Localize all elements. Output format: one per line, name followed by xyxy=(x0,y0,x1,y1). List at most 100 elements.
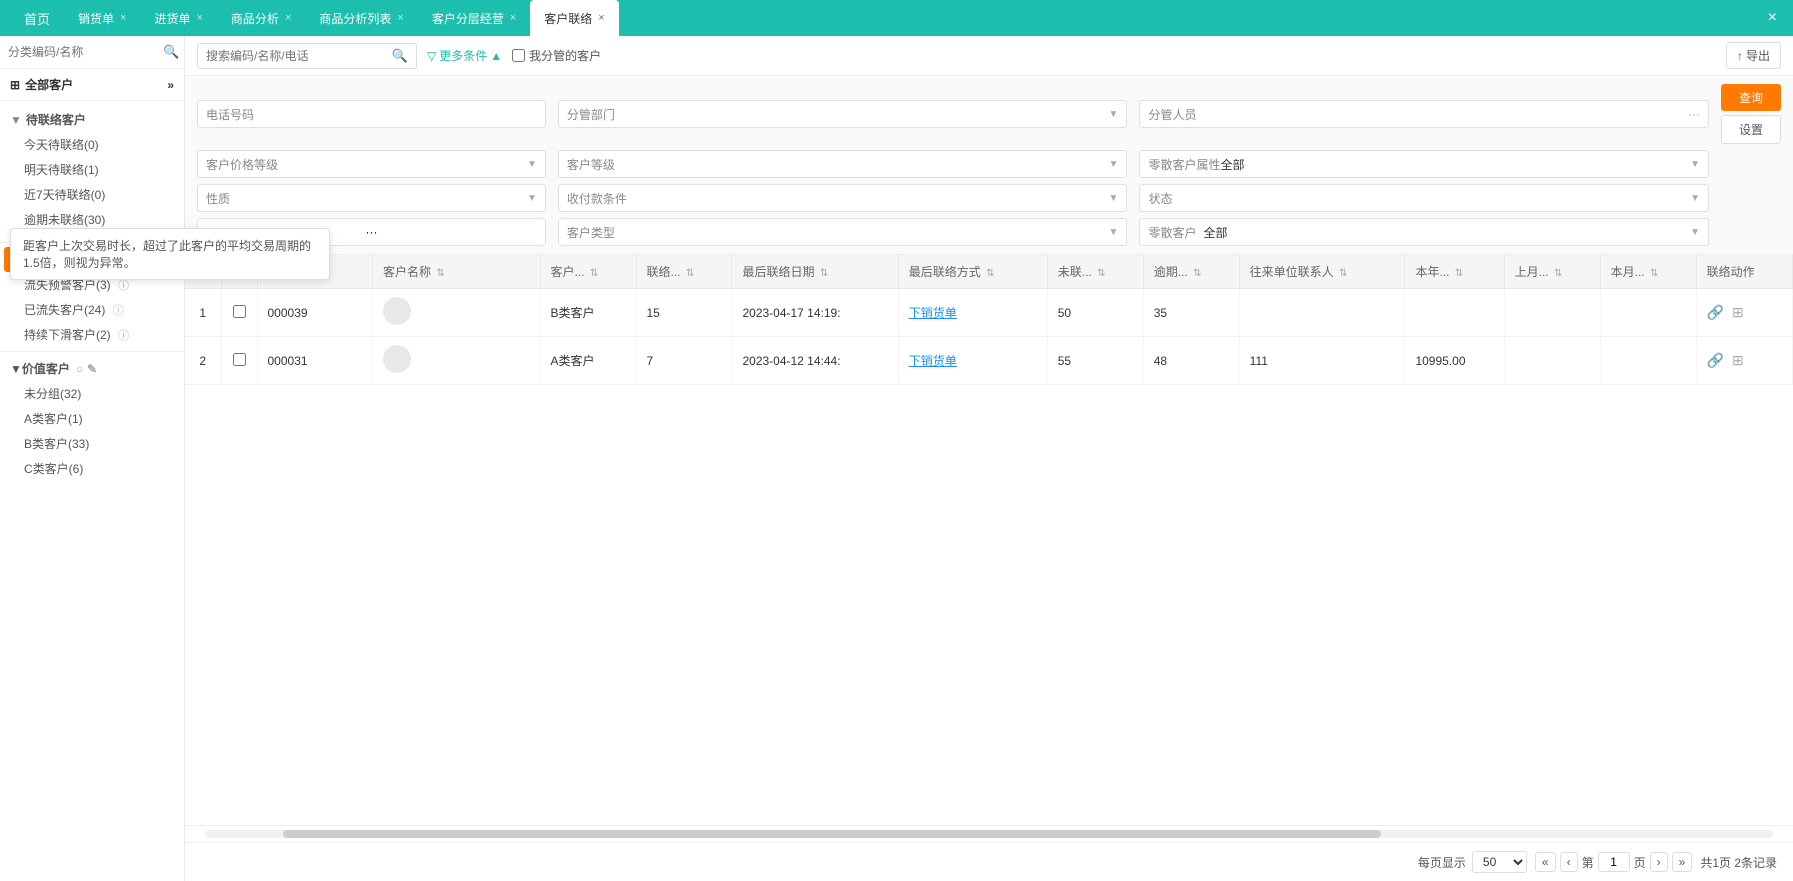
scrollbar-track[interactable] xyxy=(205,830,1773,838)
sidebar-collapse-icon[interactable]: » xyxy=(167,78,174,92)
nav-sales-order[interactable]: 销货单 × xyxy=(64,0,140,36)
scrollbar-thumb[interactable] xyxy=(283,830,1381,838)
sidebar-item-ungrouped[interactable]: 未分组(32) xyxy=(0,381,184,406)
td-name-2[interactable] xyxy=(373,337,541,385)
close-customer-contact-icon[interactable]: × xyxy=(598,12,604,24)
close-purchase-order-icon[interactable]: × xyxy=(196,12,202,24)
sidebar-item-today-pending[interactable]: 今天待联络(0) xyxy=(0,132,184,157)
more-conditions-btn[interactable]: ▽ 更多条件 ▲ xyxy=(427,47,502,64)
level-filter[interactable]: 客户等级 ▼ xyxy=(558,150,1128,178)
td-checkbox-1[interactable] xyxy=(221,289,257,337)
person-dots-icon[interactable]: ··· xyxy=(1688,107,1700,121)
td-last-method-1[interactable]: 下销货单 xyxy=(898,289,1047,337)
link-action-icon-2[interactable]: 🔗 xyxy=(1707,352,1724,369)
sidebar-item-class-b[interactable]: B类客户(33) xyxy=(0,431,184,456)
my-customers-checkbox[interactable] xyxy=(512,49,525,62)
td-code-2[interactable]: 000031 xyxy=(257,337,373,385)
th-last-contact-method[interactable]: 最后联络方式 ⇅ xyxy=(898,255,1047,289)
dept-filter-field[interactable]: 分管部门 ▼ xyxy=(558,100,1128,128)
sidebar-item-declining[interactable]: 持续下滑客户(2) ⓘ xyxy=(0,322,184,347)
th-last-contact-date[interactable]: 最后联络日期 ⇅ xyxy=(732,255,898,289)
value-group-edit2-icon[interactable]: ✎ xyxy=(87,362,97,376)
phone-filter-field[interactable]: 电话号码 xyxy=(197,100,546,128)
price-grade-filter[interactable]: 客户价格等级 ▼ xyxy=(197,150,546,178)
td-index-2: 2 xyxy=(185,337,221,385)
th-uncontacted[interactable]: 未联... ⇅ xyxy=(1047,255,1143,289)
td-last-date-1: 2023-04-17 14:19: xyxy=(732,289,898,337)
nav-product-analysis-list[interactable]: 商品分析列表 × xyxy=(305,0,417,36)
th-contacts[interactable]: 往来单位联系人 ⇅ xyxy=(1239,255,1405,289)
nav-product-analysis[interactable]: 商品分析 × xyxy=(217,0,305,36)
gender-filter[interactable]: 性质 ▼ xyxy=(197,184,546,212)
first-page-button[interactable]: « xyxy=(1535,852,1556,872)
sidebar-divider-2 xyxy=(0,351,184,352)
customer-type-label: 客户类型 xyxy=(567,224,622,241)
customer-type-filter[interactable]: 客户类型 ▼ xyxy=(558,218,1128,246)
next-page-button[interactable]: › xyxy=(1650,852,1668,872)
th-last-month-amount[interactable]: 上月... ⇅ xyxy=(1504,255,1600,289)
close-product-analysis-icon[interactable]: × xyxy=(285,12,291,24)
retail-attr-label: 零散客户属性 xyxy=(1148,156,1220,173)
close-customer-segmentation-icon[interactable]: × xyxy=(510,12,516,24)
grid-action-icon-1[interactable]: ⊞ xyxy=(1732,304,1744,321)
th-contact-count[interactable]: 联络... ⇅ xyxy=(636,255,732,289)
retail-customer-filter[interactable]: 零散客户 全部 ▼ xyxy=(1139,218,1709,246)
sort-contacts-icon: ⇅ xyxy=(1339,268,1347,279)
th-year-amount[interactable]: 本年... ⇅ xyxy=(1405,255,1504,289)
sidebar-value-group-title[interactable]: ▼ 价值客户 ○ ✎ xyxy=(0,356,184,381)
td-last-method-2[interactable]: 下销货单 xyxy=(898,337,1047,385)
sidebar-item-churned[interactable]: 已流失客户(24) ⓘ xyxy=(0,297,184,322)
grid-action-icon-2[interactable]: ⊞ xyxy=(1732,352,1744,369)
phone-label: 电话号码 xyxy=(206,106,261,123)
nav-home[interactable]: 首页 xyxy=(10,0,64,36)
declining-info-icon[interactable]: ⓘ xyxy=(118,330,129,342)
close-sales-order-icon[interactable]: × xyxy=(120,12,126,24)
td-year-2: 10995.00 xyxy=(1405,337,1504,385)
td-name-1[interactable] xyxy=(373,289,541,337)
churned-info-icon[interactable]: ⓘ xyxy=(113,305,124,317)
prev-page-button[interactable]: ‹ xyxy=(1560,852,1578,872)
sidebar-item-tomorrow-pending[interactable]: 明天待联络(1) xyxy=(0,157,184,182)
filter-search-input[interactable] xyxy=(206,49,392,63)
row2-checkbox[interactable] xyxy=(233,353,246,366)
th-overdue[interactable]: 逾期... ⇅ xyxy=(1143,255,1239,289)
customer-table-container[interactable]: ⚙ 客户编码 ⇅ 客户名称 ⇅ xyxy=(185,255,1793,825)
per-page-select[interactable]: 50 20 100 xyxy=(1472,851,1527,873)
horizontal-scrollbar[interactable] xyxy=(185,825,1793,842)
link-action-icon-1[interactable]: 🔗 xyxy=(1707,304,1724,321)
settings-button[interactable]: 设置 xyxy=(1721,115,1781,144)
nav-purchase-order[interactable]: 进货单 × xyxy=(140,0,216,36)
sidebar-item-class-c[interactable]: C类客户(6) xyxy=(0,456,184,481)
close-product-analysis-list-icon[interactable]: × xyxy=(397,12,403,24)
retail-attr-filter[interactable]: 零散客户属性 全部 ▼ xyxy=(1139,150,1709,178)
nav-customer-contact[interactable]: 客户联络 × xyxy=(530,0,618,36)
app-close-button[interactable]: × xyxy=(1762,9,1783,27)
churn-warning-info-icon[interactable]: ⓘ xyxy=(118,280,129,292)
th-actions: 联络动作 xyxy=(1696,255,1792,289)
row1-checkbox[interactable] xyxy=(233,305,246,318)
th-customer-type[interactable]: 客户... ⇅ xyxy=(540,255,636,289)
value-group-edit-icon[interactable]: ○ xyxy=(76,362,83,376)
last-page-button[interactable]: » xyxy=(1672,852,1693,872)
customer-table: ⚙ 客户编码 ⇅ 客户名称 ⇅ xyxy=(185,255,1793,385)
sidebar-search-icon[interactable]: 🔍 xyxy=(163,44,179,60)
export-button[interactable]: ↑ 导出 xyxy=(1726,42,1781,69)
th-this-month-amount[interactable]: 本月... ⇅ xyxy=(1600,255,1696,289)
filter-search-icon[interactable]: 🔍 xyxy=(392,48,408,64)
status-filter[interactable]: 状态 ▼ xyxy=(1139,184,1709,212)
sidebar-search-input[interactable] xyxy=(8,45,163,59)
td-checkbox-2[interactable] xyxy=(221,337,257,385)
sidebar-item-class-a[interactable]: A类客户(1) xyxy=(0,406,184,431)
page-number-input[interactable] xyxy=(1598,852,1630,872)
top-navigation: 首页 销货单 × 进货单 × 商品分析 × 商品分析列表 × 客户分层经营 × … xyxy=(0,0,1793,36)
person-filter-field[interactable]: 分管人员 ··· xyxy=(1139,100,1709,128)
query-button[interactable]: 查询 xyxy=(1721,84,1781,111)
payment-filter[interactable]: 收付款条件 ▼ xyxy=(558,184,1128,212)
td-code-1[interactable]: 000039 xyxy=(257,289,373,337)
sidebar-all-customers[interactable]: ⊞ 全部客户 » xyxy=(0,69,184,101)
td-last-date-2: 2023-04-12 14:44: xyxy=(732,337,898,385)
th-customer-name[interactable]: 客户名称 ⇅ xyxy=(373,255,541,289)
nav-customer-segmentation[interactable]: 客户分层经营 × xyxy=(418,0,530,36)
sidebar-pending-group-title[interactable]: ▼ 待联络客户 xyxy=(0,107,184,132)
sidebar-item-7days-pending[interactable]: 近7天待联络(0) xyxy=(0,182,184,207)
